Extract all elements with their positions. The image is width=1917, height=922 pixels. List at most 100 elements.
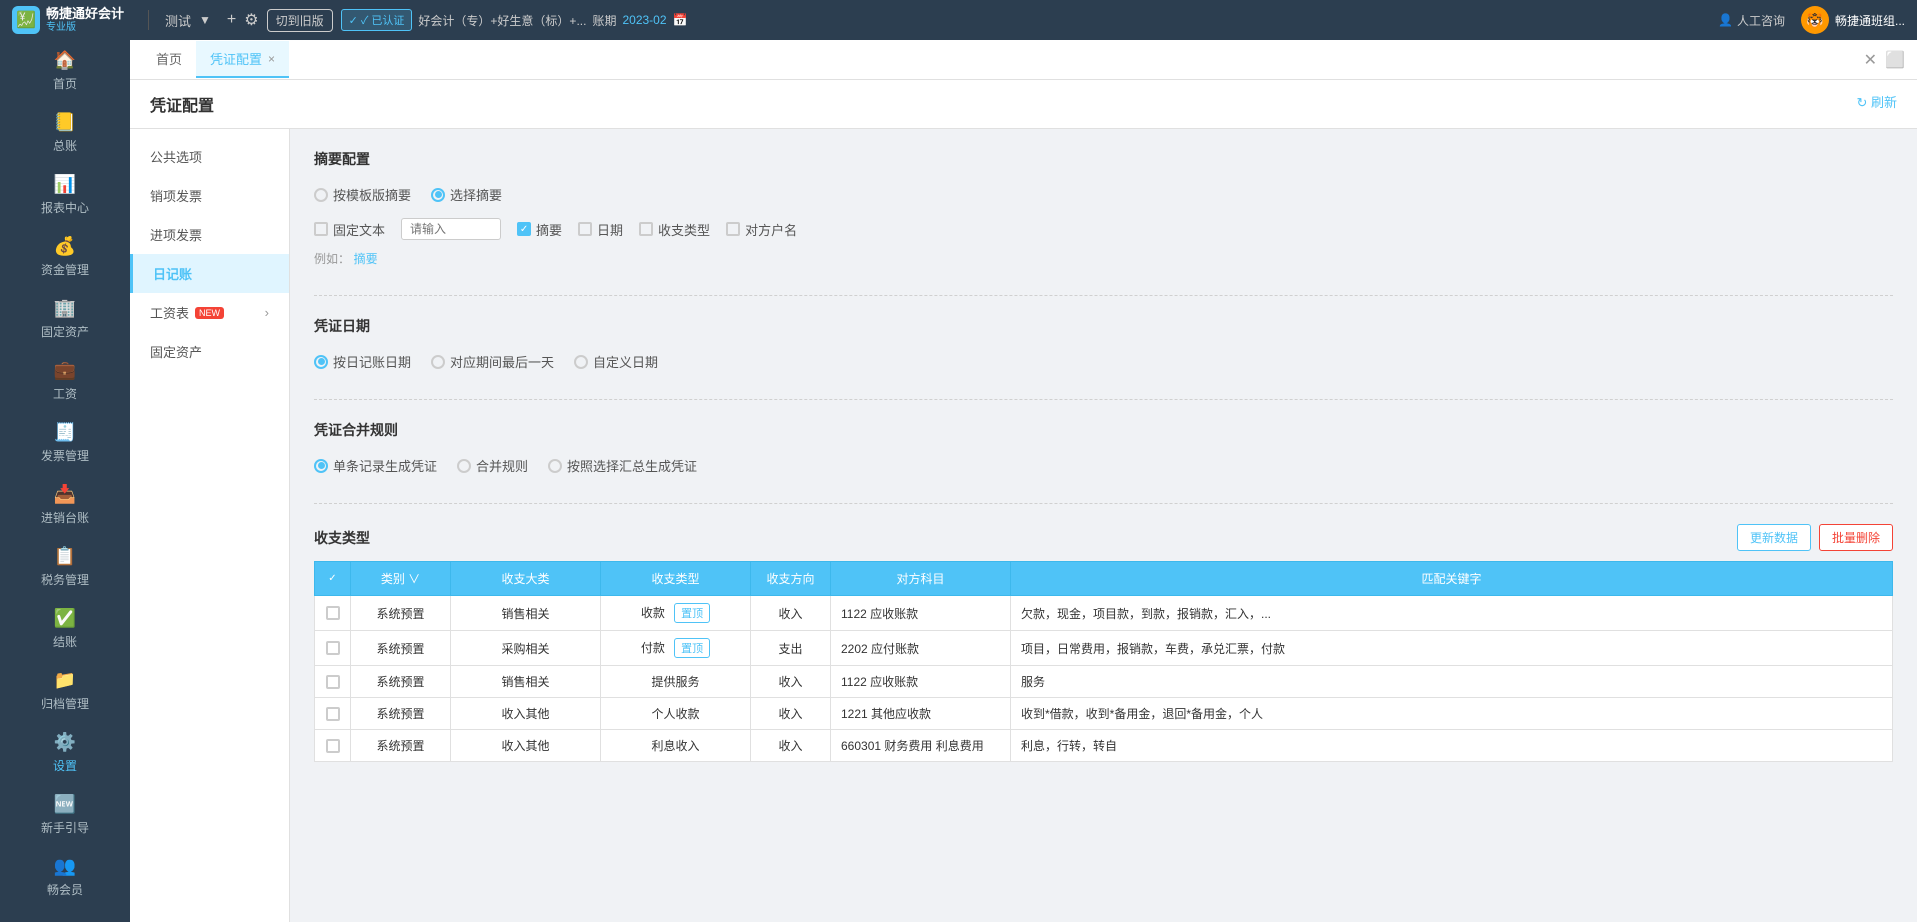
sidebar-item-fund[interactable]: 💰 资金管理 <box>0 226 130 288</box>
asset-icon: 🏢 <box>54 298 76 319</box>
sidebar-item-purchase[interactable]: 📥 进销台账 <box>0 474 130 536</box>
th-checkbox[interactable]: ✓ <box>315 562 351 596</box>
sidebar-item-salary[interactable]: 💼 工资 <box>0 350 130 412</box>
checkbox-fixed-text[interactable]: 固定文本 <box>314 220 385 239</box>
salary-icon: 💼 <box>54 360 76 381</box>
tax-icon: 📋 <box>54 546 76 567</box>
sidebar-label-archive: 归档管理 <box>41 695 89 712</box>
row-category-0: 系统预置 <box>351 596 451 631</box>
row-keyword-4: 利息，行转，转自 <box>1011 730 1893 762</box>
refresh-button[interactable]: ↻ 刷新 <box>1856 92 1897 111</box>
date-radio-period-last[interactable]: 对应期间最后一天 <box>431 352 554 371</box>
merge-radio-single-dot <box>318 462 325 469</box>
fund-icon: 💰 <box>54 236 76 257</box>
tab-close-window-button[interactable]: ✕ <box>1864 50 1877 70</box>
archive-icon: 📁 <box>54 670 76 691</box>
row-checkbox-1[interactable] <box>315 631 351 666</box>
top-add-icon[interactable]: + <box>227 11 236 29</box>
config-nav-journal-label: 日记账 <box>153 264 192 283</box>
merge-radio-by-select-label: 按照选择汇总生成凭证 <box>567 456 697 475</box>
top-settings-icon[interactable]: ⚙ <box>244 10 258 30</box>
tab-voucher-config-label: 凭证配置 <box>210 49 262 68</box>
sidebar-item-invoice[interactable]: 🧾 发票管理 <box>0 412 130 474</box>
summary-radio-template[interactable]: 按模板版摘要 <box>314 185 411 204</box>
row-bigtype-1: 采购相关 <box>451 631 601 666</box>
sidebar: 🏠 首页 📒 总账 📊 报表中心 💰 资金管理 🏢 固定资产 💼 工资 <box>0 40 130 922</box>
fixed-text-input[interactable] <box>401 218 501 240</box>
row-keyword-2: 服务 <box>1011 666 1893 698</box>
date-radio-journal[interactable]: 按日记账日期 <box>314 352 411 371</box>
sidebar-label-home: 首页 <box>53 75 77 92</box>
divider-2 <box>314 399 1893 400</box>
checkbox-box-1[interactable] <box>326 641 340 655</box>
reset-btn-0[interactable]: 置顶 <box>674 603 710 623</box>
checkbox-party[interactable]: 对方户名 <box>726 220 797 239</box>
sidebar-item-report[interactable]: 📊 报表中心 <box>0 164 130 226</box>
config-nav-fixed-asset[interactable]: 固定资产 <box>130 332 289 371</box>
config-nav-payroll[interactable]: 工资表 NEW › <box>130 293 289 332</box>
row-type-3: 个人收款 <box>601 698 751 730</box>
merge-radio-single[interactable]: 单条记录生成凭证 <box>314 456 437 475</box>
checkbox-box-2[interactable] <box>326 675 340 689</box>
sidebar-item-ledger[interactable]: 📒 总账 <box>0 102 130 164</box>
merge-section: 凭证合并规则 单条记录生成凭证 合并规则 <box>314 420 1893 475</box>
sidebar-item-tax[interactable]: 📋 税务管理 <box>0 536 130 598</box>
top-bar-left: 💹 畅捷通好会计 专业版 测试 ▼ + ⚙ 切到旧版 ✓ ✓ 已认证 好会计（专… <box>12 6 687 34</box>
sidebar-item-asset[interactable]: 🏢 固定资产 <box>0 288 130 350</box>
sidebar-label-tax: 税务管理 <box>41 571 89 588</box>
row-checkbox-4[interactable] <box>315 730 351 762</box>
row-checkbox-3[interactable] <box>315 698 351 730</box>
row-checkbox-0[interactable] <box>315 596 351 631</box>
reset-btn-1[interactable]: 置顶 <box>674 638 710 658</box>
switch-version-button[interactable]: 切到旧版 <box>267 9 333 32</box>
tab-maximize-button[interactable]: ⬜ <box>1885 50 1905 70</box>
summary-radio-select-dot <box>435 191 442 198</box>
checkbox-type[interactable]: 收支类型 <box>639 220 710 239</box>
select-all-checkbox[interactable]: ✓ <box>326 572 340 586</box>
update-data-button[interactable]: 更新数据 <box>1737 524 1811 551</box>
logo-sub: 专业版 <box>46 22 124 34</box>
checkbox-box-4[interactable] <box>326 739 340 753</box>
batch-delete-button[interactable]: 批量删除 <box>1819 524 1893 551</box>
checkbox-date-box <box>578 222 592 236</box>
sidebar-item-archive[interactable]: 📁 归档管理 <box>0 660 130 722</box>
service-button[interactable]: 👤 人工咨询 <box>1718 12 1785 29</box>
divider-1 <box>314 295 1893 296</box>
config-nav-purchase-invoice[interactable]: 进项发票 <box>130 215 289 254</box>
sidebar-item-settle[interactable]: ✅ 结账 <box>0 598 130 660</box>
table-row: 系统预置 收入其他 利息收入 收入 660301 财务费用 利息费用 利息，行转… <box>315 730 1893 762</box>
sidebar-item-member[interactable]: 👥 畅会员 <box>0 846 130 908</box>
config-nav-public[interactable]: 公共选项 <box>130 137 289 176</box>
top-chevron-icon[interactable]: ▼ <box>199 13 211 27</box>
sidebar-item-settings[interactable]: ⚙️ 设置 <box>0 722 130 784</box>
user-area[interactable]: 🐯 畅捷通班组... <box>1801 6 1905 34</box>
tab-close-icon[interactable]: × <box>268 52 275 66</box>
payroll-chevron-icon[interactable]: › <box>265 305 269 320</box>
merge-radio-single-label: 单条记录生成凭证 <box>333 456 437 475</box>
divider-3 <box>314 503 1893 504</box>
merge-radio-single-circle <box>314 459 328 473</box>
config-nav-journal[interactable]: 日记账 <box>130 254 289 293</box>
summary-radio-select[interactable]: 选择摘要 <box>431 185 502 204</box>
checkbox-summary-box: ✓ <box>517 222 531 236</box>
sidebar-item-home[interactable]: 🏠 首页 <box>0 40 130 102</box>
tab-voucher-config[interactable]: 凭证配置 × <box>196 41 289 78</box>
merge-radio-by-select[interactable]: 按照选择汇总生成凭证 <box>548 456 697 475</box>
date-radio-custom[interactable]: 自定义日期 <box>574 352 658 371</box>
checkbox-date[interactable]: 日期 <box>578 220 623 239</box>
checkbox-box-3[interactable] <box>326 707 340 721</box>
row-bigtype-2: 销售相关 <box>451 666 601 698</box>
checkbox-box-0[interactable] <box>326 606 340 620</box>
calendar-icon[interactable]: 📅 <box>673 13 688 27</box>
checkbox-summary[interactable]: ✓ 摘要 <box>517 220 562 239</box>
service-label: 人工咨询 <box>1737 12 1785 29</box>
income-expense-table: ✓ 类别 ∨ 收支大类 收支类型 收支方向 对方科目 匹配关键字 <box>314 561 1893 762</box>
config-nav-sales[interactable]: 销项发票 <box>130 176 289 215</box>
date-section-title: 凭证日期 <box>314 316 1893 336</box>
row-bigtype-4: 收入其他 <box>451 730 601 762</box>
row-checkbox-2[interactable] <box>315 666 351 698</box>
settings-icon: ⚙️ <box>54 732 76 753</box>
sidebar-item-guide[interactable]: 🆕 新手引导 <box>0 784 130 846</box>
tab-home[interactable]: 首页 <box>142 41 196 78</box>
merge-radio-merge-rule[interactable]: 合并规则 <box>457 456 528 475</box>
